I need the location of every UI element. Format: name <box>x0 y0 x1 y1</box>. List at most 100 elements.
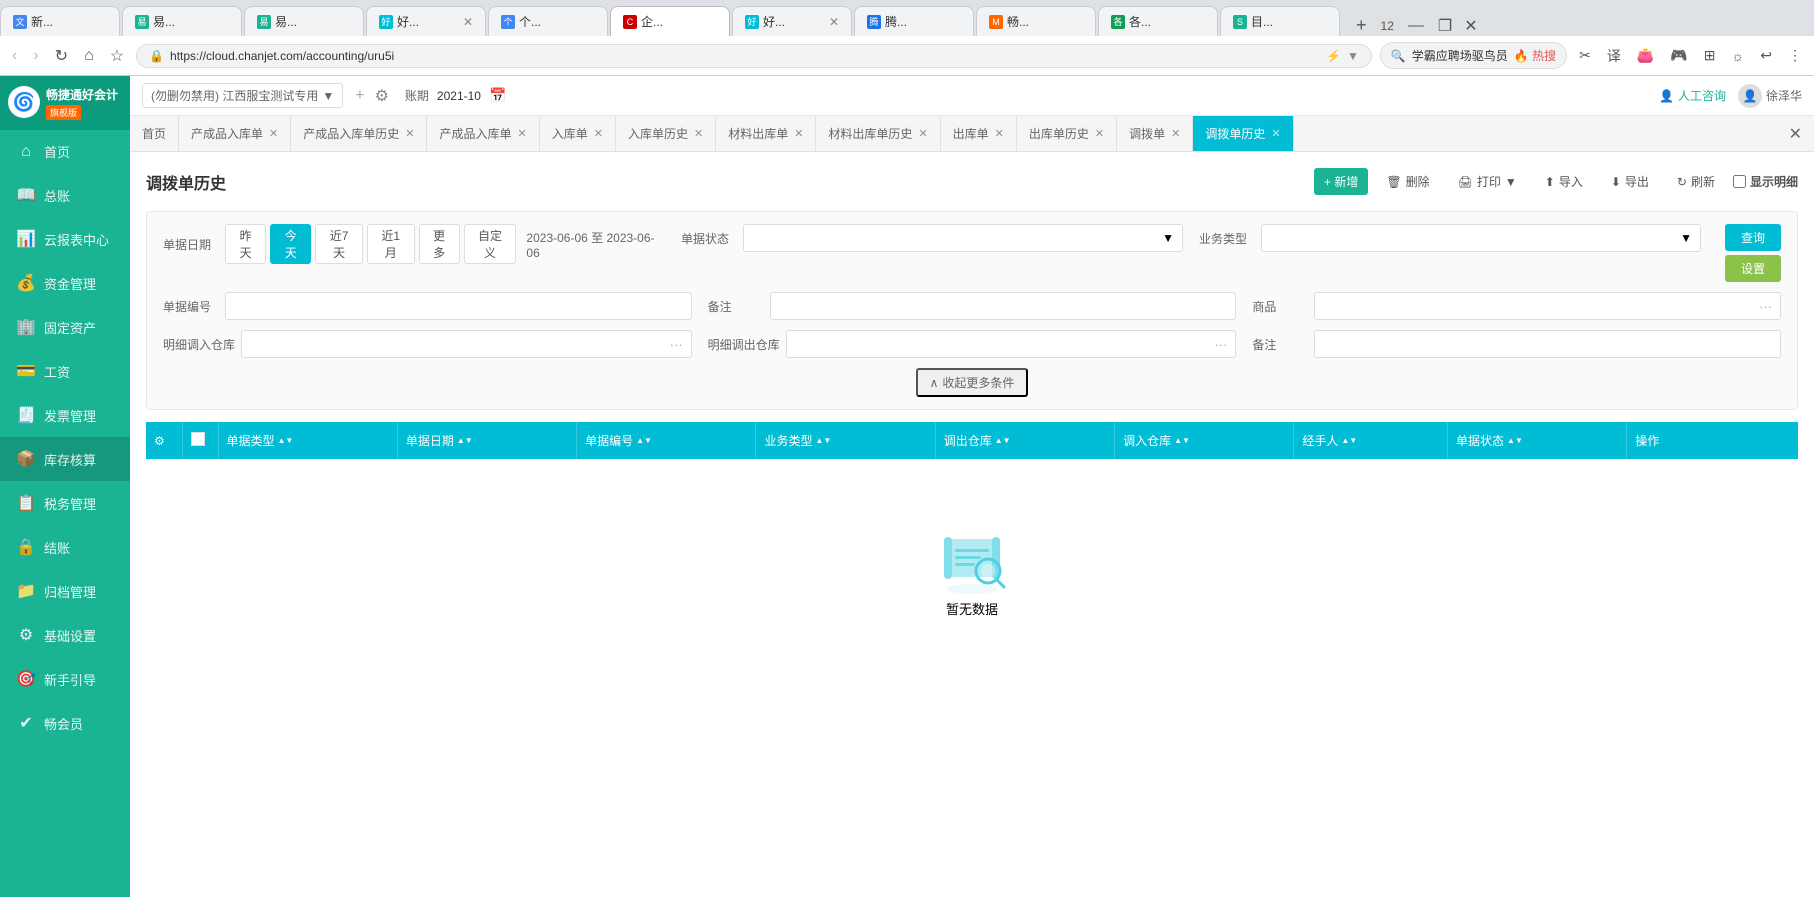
search-input-bar[interactable]: 🔍 学霸应聘场驱鸟员 🔥 热搜 <box>1380 42 1567 69</box>
browser-tab-3[interactable]: 易 易... <box>244 6 364 36</box>
sidebar-item-salary[interactable]: 💳 工资 <box>0 349 130 393</box>
query-btn[interactable]: 查询 <box>1725 224 1781 251</box>
browser-tab-5[interactable]: 个 个... <box>488 6 608 36</box>
table-th-status[interactable]: 单据状态 ▲▼ <box>1448 422 1627 459</box>
browser-tab-7[interactable]: 好 好... ✕ <box>732 6 852 36</box>
filter-detail-note-input[interactable] <box>1314 330 1781 358</box>
browser-tab-1[interactable]: 文 新... <box>0 6 120 36</box>
sidebar-item-settings[interactable]: ⚙ 基础设置 <box>0 613 130 657</box>
show-cols-checkbox-label[interactable]: 显示明细 <box>1733 173 1798 190</box>
date-btn-custom[interactable]: 自定义 <box>464 224 517 264</box>
browser-tab-8[interactable]: 腾 腾... <box>854 6 974 36</box>
sidebar-item-fixed-assets[interactable]: 🏢 固定资产 <box>0 305 130 349</box>
page-tab-in-history[interactable]: 入库单历史 ✕ <box>616 116 716 152</box>
page-tab-produce-in2[interactable]: 产成品入库单 ✕ <box>427 116 539 152</box>
browser-tab-4[interactable]: 好 好... ✕ <box>366 6 486 36</box>
page-tab-out[interactable]: 出库单 ✕ <box>941 116 1017 152</box>
page-tab-produce-in-history[interactable]: 产成品入库单历史 ✕ <box>291 116 427 152</box>
refresh-btn[interactable]: ↻ <box>51 42 72 70</box>
import-btn[interactable]: ⬆ 导入 <box>1535 168 1593 195</box>
table-th-biz-type[interactable]: 业务类型 ▲▼ <box>756 422 935 459</box>
date-btn-yesterday[interactable]: 昨天 <box>225 224 266 264</box>
filter-biz-type-select[interactable]: ▼ <box>1261 224 1701 252</box>
undo-icon[interactable]: ↩ <box>1756 43 1776 68</box>
export-btn[interactable]: ⬇ 导出 <box>1601 168 1659 195</box>
page-tab-transfer[interactable]: 调拨单 ✕ <box>1117 116 1193 152</box>
sidebar-item-invoice[interactable]: 🧾 发票管理 <box>0 393 130 437</box>
add-company-btn[interactable]: + <box>355 87 364 105</box>
print-btn[interactable]: 🖨 打印 ▼ <box>1448 168 1527 195</box>
sidebar-item-member[interactable]: ✔ 畅会员 <box>0 701 130 745</box>
game-icon[interactable]: 🎮 <box>1666 43 1691 68</box>
page-tab-home[interactable]: 首页 <box>130 116 179 152</box>
sidebar-item-tax[interactable]: 📋 税务管理 <box>0 481 130 525</box>
page-tab-out-history[interactable]: 出库单历史 ✕ <box>1017 116 1117 152</box>
scissors-icon[interactable]: ✂ <box>1575 43 1595 68</box>
table-th-checkbox[interactable] <box>182 422 218 459</box>
page-tab-transfer-history[interactable]: 调拨单历史 ✕ <box>1193 116 1293 152</box>
browser-tab-11[interactable]: S 目... <box>1220 6 1340 36</box>
filter-status-select[interactable]: ▼ <box>743 224 1183 252</box>
company-selector[interactable]: (勿删勿禁用) 江西服宝测试专用 ▼ <box>142 83 343 108</box>
close-all-tabs-btn[interactable]: ✕ <box>1777 124 1814 144</box>
page-tab-material-out-history[interactable]: 材料出库单历史 ✕ <box>816 116 940 152</box>
page-tab-in-close[interactable]: ✕ <box>594 127 603 140</box>
table-th-in-warehouse[interactable]: 调入仓库 ▲▼ <box>1115 422 1294 459</box>
maximize-btn[interactable]: ❐ <box>1432 16 1458 36</box>
page-tab-produce-in2-close[interactable]: ✕ <box>518 127 527 140</box>
table-gear-icon[interactable]: ⚙ <box>154 434 165 448</box>
sidebar-item-archive[interactable]: 📁 归档管理 <box>0 569 130 613</box>
page-tab-in-history-close[interactable]: ✕ <box>694 127 703 140</box>
refresh-btn-action[interactable]: ↻ 刷新 <box>1667 168 1725 195</box>
page-tab-transfer-close[interactable]: ✕ <box>1171 127 1180 140</box>
forward-btn[interactable]: › <box>29 43 42 69</box>
menu-icon[interactable]: ⋮ <box>1784 43 1806 68</box>
sidebar-item-reports[interactable]: 📊 云报表中心 <box>0 217 130 261</box>
back-btn[interactable]: ‹ <box>8 43 21 69</box>
page-tab-produce-in[interactable]: 产成品入库单 ✕ <box>179 116 291 152</box>
sidebar-item-guide[interactable]: 🎯 新手引导 <box>0 657 130 701</box>
table-th-gear[interactable]: ⚙ <box>146 422 182 459</box>
brightness-icon[interactable]: ☼ <box>1727 44 1748 68</box>
filter-detail-in-select[interactable]: ··· <box>241 330 692 358</box>
url-bar[interactable]: 🔒 https://cloud.chanjet.com/accounting/u… <box>136 44 1372 68</box>
table-th-type[interactable]: 单据类型 ▲▼ <box>218 422 397 459</box>
page-tab-material-out-close[interactable]: ✕ <box>794 127 803 140</box>
table-th-number[interactable]: 单据编号 ▲▼ <box>577 422 756 459</box>
sidebar-item-closing[interactable]: 🔒 结账 <box>0 525 130 569</box>
filter-docnum-input[interactable] <box>225 292 692 320</box>
tab-close-4[interactable]: ✕ <box>463 15 473 29</box>
close-window-btn[interactable]: ✕ <box>1458 16 1483 36</box>
browser-tab-10[interactable]: 各 各... <box>1098 6 1218 36</box>
settings-btn[interactable]: 设置 <box>1725 255 1781 282</box>
home-btn[interactable]: ⌂ <box>80 43 98 69</box>
page-tab-transfer-history-close[interactable]: ✕ <box>1271 127 1280 140</box>
bookmark-btn[interactable]: ☆ <box>106 42 128 70</box>
sidebar-item-inventory[interactable]: 📦 库存核算 <box>0 437 130 481</box>
table-th-date[interactable]: 单据日期 ▲▼ <box>397 422 576 459</box>
table-th-out-warehouse[interactable]: 调出仓库 ▲▼ <box>935 422 1114 459</box>
browser-tab-2[interactable]: 易 易... <box>122 6 242 36</box>
page-tab-in[interactable]: 入库单 ✕ <box>540 116 616 152</box>
grid-icon[interactable]: ⊞ <box>1700 43 1720 68</box>
page-tab-out-history-close[interactable]: ✕ <box>1095 127 1104 140</box>
calendar-icon[interactable]: 📅 <box>489 87 506 104</box>
date-btn-7days[interactable]: 近7天 <box>315 224 363 264</box>
delete-btn[interactable]: 🗑 删除 <box>1376 168 1439 195</box>
dropdown-btn[interactable]: ▼ <box>1347 49 1359 63</box>
extensions-btn[interactable]: ⚡ <box>1326 49 1341 63</box>
tab-close-7[interactable]: ✕ <box>829 15 839 29</box>
filter-goods-select[interactable]: ··· <box>1314 292 1781 320</box>
browser-tab-6[interactable]: C 企... <box>610 6 730 36</box>
table-th-handler[interactable]: 经手人 ▲▼ <box>1294 422 1448 459</box>
browser-tab-9[interactable]: M 畅... <box>976 6 1096 36</box>
page-tab-produce-in-close[interactable]: ✕ <box>269 127 278 140</box>
sidebar-item-ledger[interactable]: 📖 总账 <box>0 173 130 217</box>
new-btn[interactable]: + 新增 <box>1314 168 1368 195</box>
date-btn-more[interactable]: 更多 <box>419 224 460 264</box>
translate-icon[interactable]: 译 <box>1603 42 1625 70</box>
page-tab-produce-in-history-close[interactable]: ✕ <box>405 127 414 140</box>
settings-gear-icon[interactable]: ⚙ <box>375 86 389 106</box>
tab-count-badge[interactable]: 12 <box>1375 17 1400 35</box>
collapse-btn[interactable]: ∧ 收起更多条件 <box>916 368 1029 397</box>
